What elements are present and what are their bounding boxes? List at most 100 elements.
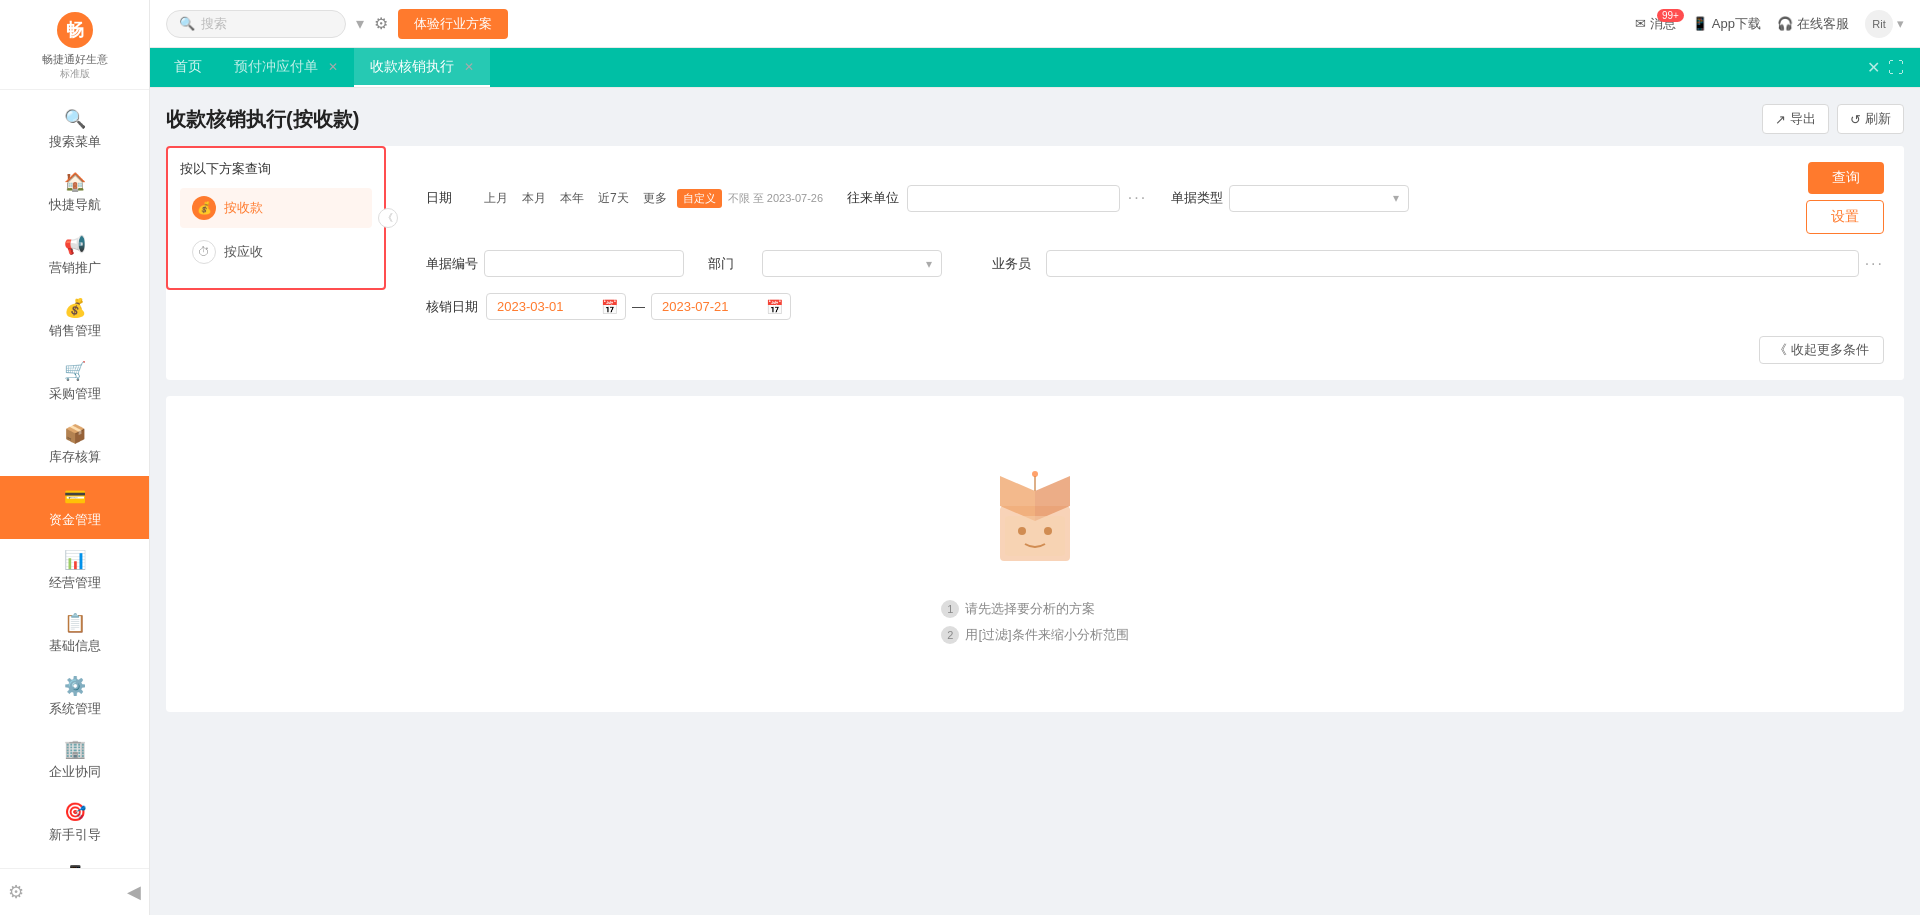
top-header: 🔍 搜索 ▾ ⚙ 体验行业方案 ✉ 消息 99+ 📱 App下载 🎧 在线客服 bbox=[150, 0, 1920, 48]
date-7days-btn[interactable]: 近7天 bbox=[594, 188, 633, 209]
svg-point-4 bbox=[1018, 527, 1026, 535]
sidebar-item-purchase[interactable]: 🛒 采购管理 bbox=[0, 350, 149, 413]
app-download-button[interactable]: 📱 App下载 bbox=[1692, 15, 1761, 33]
header-dropdown-icon[interactable]: ▾ bbox=[356, 14, 364, 33]
global-search-box[interactable]: 🔍 搜索 bbox=[166, 10, 346, 38]
sidebar-item-label: 企业协同 bbox=[49, 763, 101, 781]
date-last-month-btn[interactable]: 上月 bbox=[480, 188, 512, 209]
department-select[interactable] bbox=[762, 250, 942, 277]
date-quick-select: 上月 本月 本年 近7天 更多 自定义 bbox=[480, 188, 722, 209]
user-profile[interactable]: Rit ▾ bbox=[1865, 10, 1904, 38]
svg-point-5 bbox=[1044, 527, 1052, 535]
export-label: 导出 bbox=[1790, 110, 1816, 128]
target-icon: 🎯 bbox=[64, 801, 86, 823]
message-badge: 99+ bbox=[1657, 9, 1684, 22]
sidebar-item-label: 采购管理 bbox=[49, 385, 101, 403]
date-this-month-btn[interactable]: 本月 bbox=[518, 188, 550, 209]
filter-date-group: 日期 上月 本月 本年 近7天 更多 自定义 不限 至 2023-07-26 bbox=[426, 188, 823, 209]
sidebar-item-enterprise[interactable]: 🏢 企业协同 bbox=[0, 728, 149, 791]
sidebar-item-hardware[interactable]: 📱 智能硬件 bbox=[0, 854, 149, 868]
tab-collection-offset-close-icon[interactable]: ✕ bbox=[464, 60, 474, 74]
filter-row-2: 单据编号 部门 业务员 ··· bbox=[426, 250, 1884, 277]
doc-number-input[interactable] bbox=[484, 250, 684, 277]
main-area: 🔍 搜索 ▾ ⚙ 体验行业方案 ✉ 消息 99+ 📱 App下载 🎧 在线客服 bbox=[150, 0, 1920, 915]
export-button[interactable]: ↗ 导出 bbox=[1762, 104, 1829, 134]
tab-home-label: 首页 bbox=[174, 58, 202, 76]
sidebar-nav: 🔍 搜索菜单 🏠 快捷导航 📢 营销推广 💰 销售管理 🛒 采购管理 📦 库存核… bbox=[0, 90, 149, 868]
export-icon: ↗ bbox=[1775, 112, 1786, 127]
tab-collection-offset-label: 收款核销执行 bbox=[370, 58, 454, 76]
user-avatar-text: Rit bbox=[1872, 18, 1885, 30]
query-option-by-receivable-label: 按应收 bbox=[224, 243, 263, 261]
tab-collection-offset[interactable]: 收款核销执行 ✕ bbox=[354, 48, 490, 87]
doc-type-label: 单据类型 bbox=[1171, 189, 1223, 207]
collection-icon: 💰 bbox=[192, 196, 216, 220]
calendar-end-icon: 📅 bbox=[766, 299, 783, 315]
search-placeholder: 搜索 bbox=[201, 15, 227, 33]
industry-solution-button[interactable]: 体验行业方案 bbox=[398, 9, 508, 39]
gear-settings-icon[interactable]: ⚙ bbox=[374, 14, 388, 33]
finance-icon: 💳 bbox=[64, 486, 86, 508]
tabs-container: 首页 预付冲应付单 ✕ 收款核销执行 ✕ bbox=[158, 48, 490, 87]
settings-icon[interactable]: ⚙ bbox=[8, 881, 24, 903]
counterparty-more-icon[interactable]: ··· bbox=[1128, 189, 1147, 207]
tab-close-all-icon[interactable]: ✕ bbox=[1867, 58, 1880, 77]
date-more-btn[interactable]: 更多 bbox=[639, 188, 671, 209]
tab-expand-icon[interactable]: ⛶ bbox=[1888, 59, 1904, 77]
customer-service-button[interactable]: 🎧 在线客服 bbox=[1777, 15, 1849, 33]
query-option-by-collection[interactable]: 💰 按收款 bbox=[180, 188, 372, 228]
sidebar-item-quick-nav[interactable]: 🏠 快捷导航 bbox=[0, 161, 149, 224]
query-panel-title: 按以下方案查询 bbox=[180, 160, 372, 178]
customer-service-label: 在线客服 bbox=[1797, 15, 1849, 33]
message-button[interactable]: ✉ 消息 99+ bbox=[1635, 15, 1676, 33]
app-brand-name: 畅捷通好生意 bbox=[42, 52, 108, 67]
gear-icon: ⚙️ bbox=[64, 675, 86, 697]
sidebar-item-label: 搜索菜单 bbox=[49, 133, 101, 151]
box-icon: 📦 bbox=[64, 423, 86, 445]
sidebar-item-label: 营销推广 bbox=[49, 259, 101, 277]
doc-type-select[interactable] bbox=[1229, 185, 1409, 212]
sidebar-item-search[interactable]: 🔍 搜索菜单 bbox=[0, 98, 149, 161]
filter-department-group: 部门 bbox=[708, 250, 968, 277]
collapse-sidebar-icon[interactable]: ◀ bbox=[127, 881, 141, 903]
tab-home[interactable]: 首页 bbox=[158, 48, 218, 87]
empty-hint-2: 2 用[过滤]条件来缩小分析范围 bbox=[941, 626, 1128, 644]
message-icon: ✉ bbox=[1635, 16, 1646, 31]
tab-prepay-label: 预付冲应付单 bbox=[234, 58, 318, 76]
sidebar-item-basic-info[interactable]: 📋 基础信息 bbox=[0, 602, 149, 665]
sidebar-item-operations[interactable]: 📊 经营管理 bbox=[0, 539, 149, 602]
header-left: 🔍 搜索 ▾ ⚙ 体验行业方案 bbox=[166, 9, 508, 39]
doc-number-label: 单据编号 bbox=[426, 255, 478, 273]
sidebar-item-marketing[interactable]: 📢 营销推广 bbox=[0, 224, 149, 287]
empty-hints: 1 请先选择要分析的方案 2 用[过滤]条件来缩小分析范围 bbox=[941, 600, 1128, 652]
panel-collapse-icon[interactable]: 《 bbox=[378, 208, 398, 228]
collapse-more-button[interactable]: 《 收起更多条件 bbox=[1759, 336, 1884, 364]
date-custom-badge[interactable]: 自定义 bbox=[677, 189, 722, 208]
counterparty-input[interactable] bbox=[907, 185, 1120, 212]
sidebar-item-inventory[interactable]: 📦 库存核算 bbox=[0, 413, 149, 476]
date-sublabel: 不限 至 2023-07-26 bbox=[728, 191, 823, 206]
refresh-button[interactable]: ↺ 刷新 bbox=[1837, 104, 1904, 134]
svg-rect-3 bbox=[1005, 516, 1065, 556]
empty-hint-1-text: 请先选择要分析的方案 bbox=[965, 600, 1095, 618]
setting-button[interactable]: 设置 bbox=[1806, 200, 1884, 234]
sidebar-item-system[interactable]: ⚙️ 系统管理 bbox=[0, 665, 149, 728]
date-label: 日期 bbox=[426, 189, 474, 207]
sidebar-item-sales[interactable]: 💰 销售管理 bbox=[0, 287, 149, 350]
sidebar-item-finance[interactable]: 💳 资金管理 bbox=[0, 476, 149, 539]
tab-prepay-close-icon[interactable]: ✕ bbox=[328, 60, 338, 74]
tab-prepay[interactable]: 预付冲应付单 ✕ bbox=[218, 48, 354, 87]
staff-more-icon[interactable]: ··· bbox=[1865, 255, 1884, 273]
collapse-more-conditions: 《 收起更多条件 bbox=[426, 336, 1884, 364]
sidebar-item-label: 基础信息 bbox=[49, 637, 101, 655]
empty-illustration bbox=[975, 456, 1095, 576]
staff-label: 业务员 bbox=[992, 255, 1040, 273]
date-this-year-btn[interactable]: 本年 bbox=[556, 188, 588, 209]
staff-input[interactable] bbox=[1046, 250, 1859, 277]
department-select-wrapper bbox=[762, 250, 942, 277]
query-button[interactable]: 查询 bbox=[1808, 162, 1884, 194]
query-option-by-receivable[interactable]: ⏱ 按应收 bbox=[180, 232, 372, 272]
filter-area: 按以下方案查询 💰 按收款 ⏱ 按应收 《 日期 bbox=[166, 146, 1904, 380]
sidebar-item-newbie[interactable]: 🎯 新手引导 bbox=[0, 791, 149, 854]
sidebar-item-label: 系统管理 bbox=[49, 700, 101, 718]
